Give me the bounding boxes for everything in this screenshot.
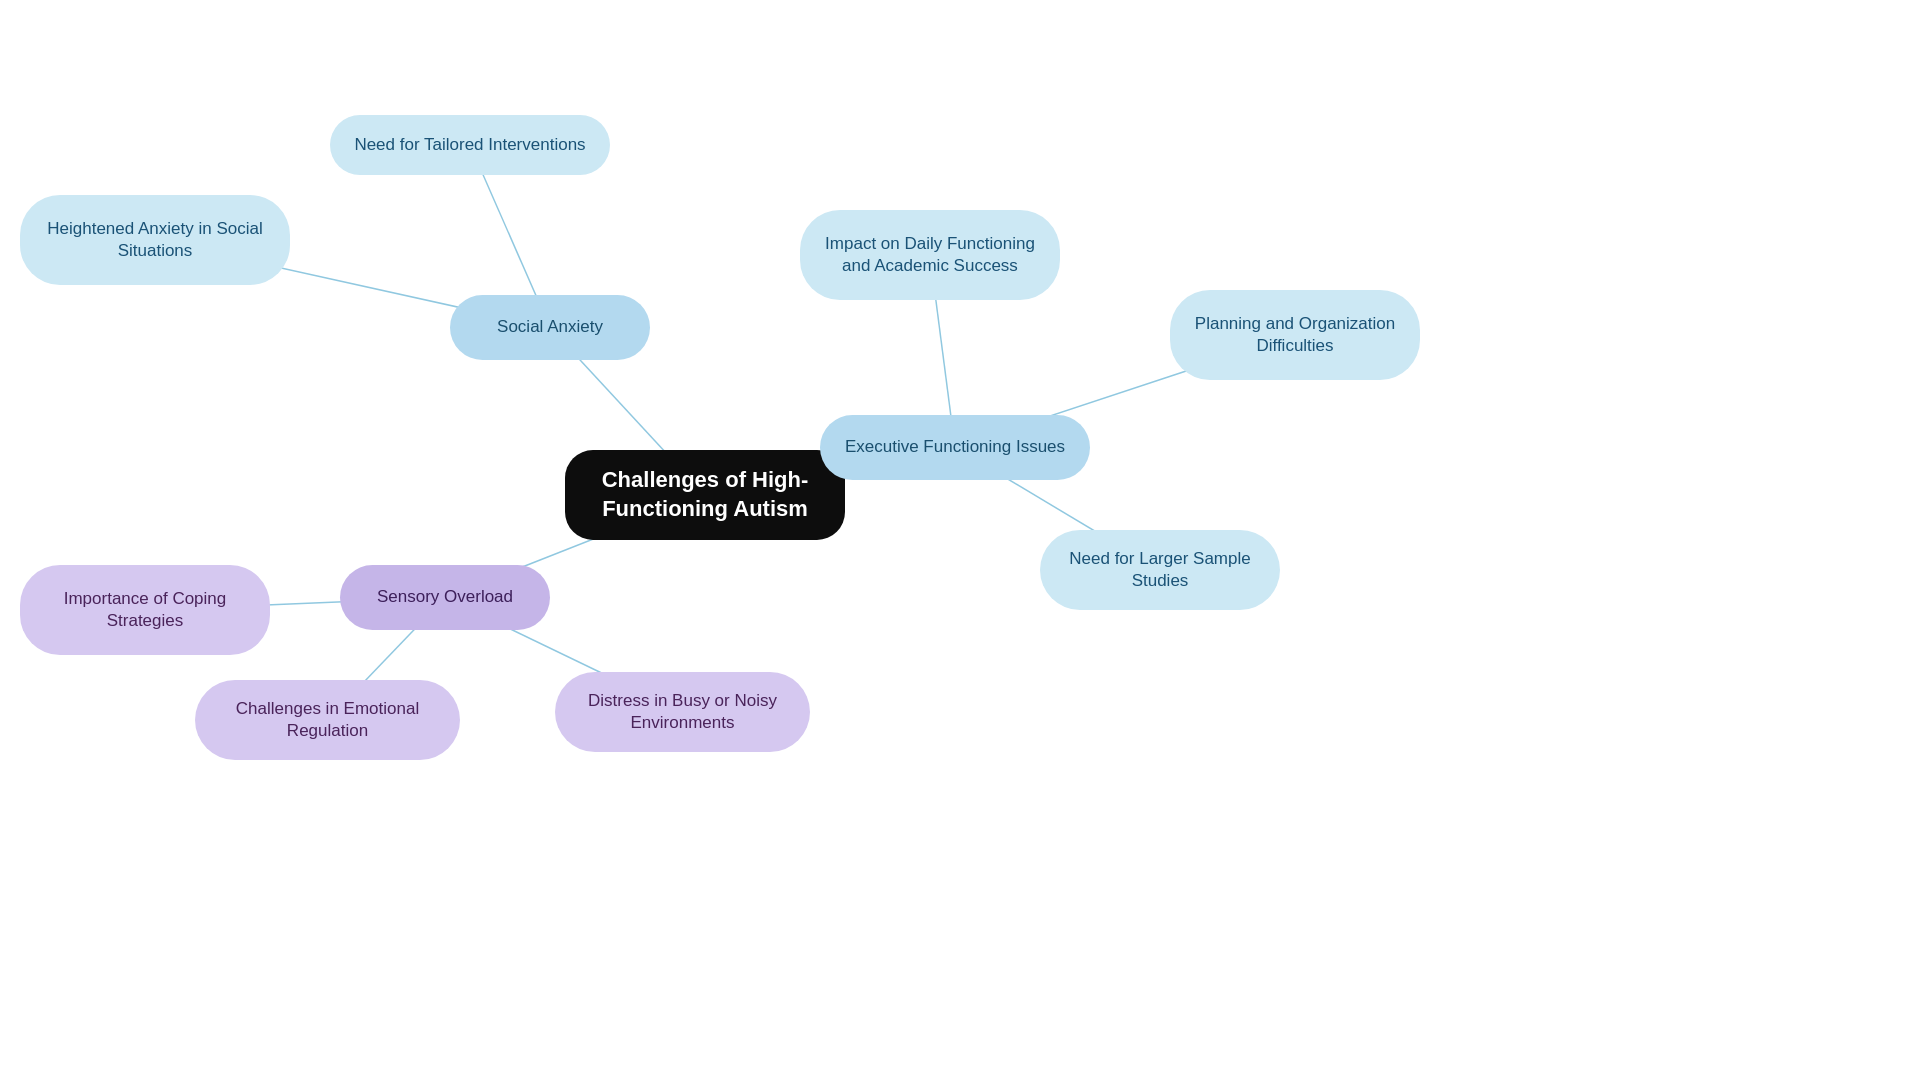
node-impact-daily: Impact on Daily Functioning and Academic… [800,210,1060,300]
mind-map: Challenges of High-Functioning Autism Soc… [0,0,1920,1083]
node-need-larger: Need for Larger Sample Studies [1040,530,1280,610]
connections-svg [0,0,1920,1083]
node-distress-busy: Distress in Busy or Noisy Environments [555,672,810,752]
node-planning-org: Planning and Organization Difficulties [1170,290,1420,380]
node-social-anxiety: Social Anxiety [450,295,650,360]
node-need-tailored: Need for Tailored Interventions [330,115,610,175]
center-node: Challenges of High-Functioning Autism [565,450,845,540]
node-heightened-anxiety: Heightened Anxiety in Social Situations [20,195,290,285]
node-challenges-emotional: Challenges in Emotional Regulation [195,680,460,760]
node-executive-functioning: Executive Functioning Issues [820,415,1090,480]
node-sensory-overload: Sensory Overload [340,565,550,630]
node-importance-coping: Importance of Coping Strategies [20,565,270,655]
